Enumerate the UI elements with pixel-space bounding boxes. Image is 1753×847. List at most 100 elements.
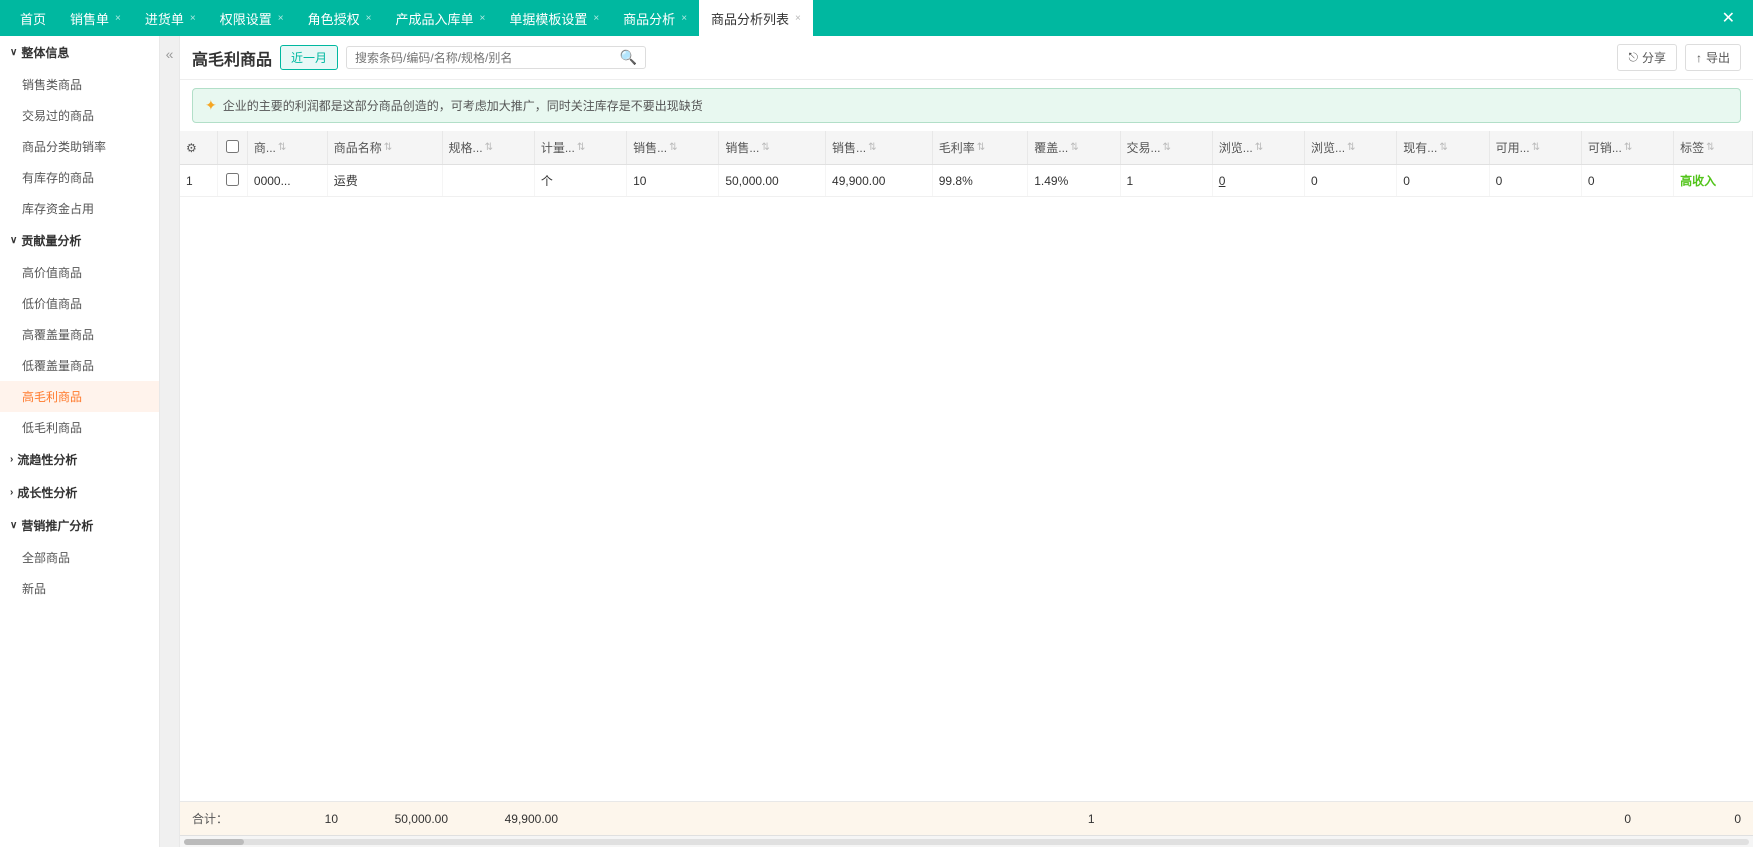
nav-close-icon[interactable]: × — [278, 13, 284, 24]
sidebar-section-整体信息[interactable]: ∨整体信息 — [0, 36, 159, 69]
sidebar-item-高覆盖量商品[interactable]: 高覆盖量商品 — [0, 319, 159, 350]
nav-close-icon[interactable]: × — [190, 13, 196, 24]
cell-checkbox — [217, 165, 247, 197]
nav-item-首页[interactable]: 首页 — [8, 0, 58, 36]
col-label: 浏览... — [1219, 139, 1253, 156]
nav-item-进货单[interactable]: 进货单× — [133, 0, 208, 36]
col-header-spec[interactable]: 规格...⇅ — [442, 131, 534, 165]
date-filter-recent-month[interactable]: 近一月 — [280, 45, 338, 70]
nav-close-icon[interactable]: × — [115, 13, 121, 24]
section-label: 贡献量分析 — [21, 232, 81, 249]
section-label: 整体信息 — [21, 44, 69, 61]
col-label: 标签 — [1680, 139, 1704, 156]
browse-link[interactable]: 0 — [1219, 174, 1226, 188]
select-all-checkbox[interactable] — [226, 140, 239, 153]
col-header-settings[interactable]: ⚙ — [180, 131, 217, 165]
sidebar-section-贡献量分析[interactable]: ∨贡献量分析 — [0, 224, 159, 257]
window-close-button[interactable]: ✕ — [1712, 8, 1745, 28]
col-label: 现有... — [1403, 139, 1437, 156]
col-label: 商品名称 — [334, 139, 382, 156]
col-header-coverage[interactable]: 覆盖...⇅ — [1028, 131, 1120, 165]
row-checkbox[interactable] — [226, 173, 239, 186]
share-icon: ⎋ — [1628, 50, 1638, 65]
col-header-browse2[interactable]: 浏览...⇅ — [1305, 131, 1397, 165]
nav-item-销售单[interactable]: 销售单× — [58, 0, 133, 36]
cell-transaction: 1 — [1120, 165, 1212, 197]
sidebar: ∨整体信息销售类商品交易过的商品商品分类助销率有库存的商品库存资金占用∨贡献量分… — [0, 36, 160, 847]
info-banner: ✦ 企业的主要的利润都是这部分商品创造的，可考虑加大推广，同时关注库存是不要出现… — [192, 88, 1741, 123]
col-header-checkbox[interactable] — [217, 131, 247, 165]
cell-coverage: 1.49% — [1028, 165, 1120, 197]
table-container: ⚙商...⇅商品名称⇅规格...⇅计量...⇅销售...⇅销售...⇅销售...… — [180, 131, 1753, 801]
col-header-sales_profit[interactable]: 销售...⇅ — [826, 131, 933, 165]
col-header-browse1[interactable]: 浏览...⇅ — [1212, 131, 1304, 165]
nav-item-单据模板设置[interactable]: 单据模板设置× — [497, 0, 611, 36]
col-header-transaction[interactable]: 交易...⇅ — [1120, 131, 1212, 165]
footer-transaction: 1 — [1015, 812, 1095, 826]
col-label: 可用... — [1496, 139, 1530, 156]
sidebar-item-高价值商品[interactable]: 高价值商品 — [0, 257, 159, 288]
nav-close-icon[interactable]: × — [479, 13, 485, 24]
col-label: 浏览... — [1311, 139, 1345, 156]
sidebar-item-有库存的商品[interactable]: 有库存的商品 — [0, 162, 159, 193]
col-header-current_stock[interactable]: 现有...⇅ — [1397, 131, 1489, 165]
nav-close-icon[interactable]: × — [681, 13, 687, 24]
nav-item-角色授权[interactable]: 角色授权× — [296, 0, 384, 36]
col-label: 销售... — [832, 139, 866, 156]
sidebar-item-高毛利商品[interactable]: 高毛利商品 — [0, 381, 159, 412]
export-icon: ↑ — [1696, 51, 1702, 65]
footer-sales-count: 10 — [258, 812, 338, 826]
col-header-sales_count[interactable]: 销售...⇅ — [627, 131, 719, 165]
sidebar-item-全部商品[interactable]: 全部商品 — [0, 542, 159, 573]
col-header-tag[interactable]: 标签⇅ — [1674, 131, 1753, 165]
search-icon[interactable]: 🔍 — [620, 49, 637, 66]
col-header-code[interactable]: 商...⇅ — [247, 131, 327, 165]
sort-icon: ⇅ — [485, 142, 493, 153]
scrollbar-track — [184, 839, 1749, 845]
export-button[interactable]: ↑ 导出 — [1685, 44, 1741, 71]
col-header-unit[interactable]: 计量...⇅ — [534, 131, 626, 165]
col-label: 可销... — [1588, 139, 1622, 156]
nav-close-icon[interactable]: × — [593, 13, 599, 24]
sidebar-item-交易过的商品[interactable]: 交易过的商品 — [0, 100, 159, 131]
nav-item-权限设置[interactable]: 权限设置× — [208, 0, 296, 36]
sidebar-item-低覆盖量商品[interactable]: 低覆盖量商品 — [0, 350, 159, 381]
sidebar-section-流趋性分析[interactable]: ›流趋性分析 — [0, 443, 159, 476]
content-header: 高毛利商品 近一月 🔍 ⎋ 分享 ↑ 导出 — [180, 36, 1753, 80]
sidebar-section-营销推广分析[interactable]: ∨营销推广分析 — [0, 509, 159, 542]
sort-icon: ⇅ — [1163, 142, 1171, 153]
sidebar-item-低价值商品[interactable]: 低价值商品 — [0, 288, 159, 319]
sidebar-item-库存资金占用[interactable]: 库存资金占用 — [0, 193, 159, 224]
col-header-available_stock[interactable]: 可用...⇅ — [1489, 131, 1581, 165]
col-header-name[interactable]: 商品名称⇅ — [327, 131, 442, 165]
section-label: 成长性分析 — [17, 484, 77, 501]
nav-close-icon[interactable]: × — [366, 13, 372, 24]
col-label: 毛利率 — [939, 139, 975, 156]
sidebar-item-销售类商品[interactable]: 销售类商品 — [0, 69, 159, 100]
footer-label: 合计： — [192, 810, 228, 827]
search-input-wrap: 🔍 — [346, 46, 646, 69]
scrollbar-thumb[interactable] — [184, 839, 244, 845]
col-header-sales_amount[interactable]: 销售...⇅ — [719, 131, 826, 165]
sort-icon: ⇅ — [1255, 142, 1263, 153]
col-label: 规格... — [449, 139, 483, 156]
nav-close-icon[interactable]: × — [795, 13, 801, 24]
sort-icon: ⇅ — [1706, 142, 1714, 153]
settings-icon[interactable]: ⚙ — [186, 141, 197, 155]
col-header-gross_margin[interactable]: 毛利率⇅ — [932, 131, 1027, 165]
share-label: 分享 — [1642, 49, 1666, 66]
search-input[interactable] — [355, 51, 620, 65]
nav-item-产成品入库单[interactable]: 产成品入库单× — [383, 0, 497, 36]
cell-saleable_stock: 0 — [1581, 165, 1673, 197]
sidebar-collapse-button[interactable]: « — [160, 36, 180, 847]
sidebar-section-成长性分析[interactable]: ›成长性分析 — [0, 476, 159, 509]
share-button[interactable]: ⎋ 分享 — [1617, 44, 1677, 71]
sidebar-item-商品分类助销率[interactable]: 商品分类助销率 — [0, 131, 159, 162]
sidebar-item-低毛利商品[interactable]: 低毛利商品 — [0, 412, 159, 443]
nav-item-商品分析列表[interactable]: 商品分析列表× — [699, 0, 813, 36]
sidebar-item-新品[interactable]: 新品 — [0, 573, 159, 604]
horizontal-scrollbar[interactable] — [180, 835, 1753, 847]
col-header-saleable_stock[interactable]: 可销...⇅ — [1581, 131, 1673, 165]
nav-item-商品分析[interactable]: 商品分析× — [611, 0, 699, 36]
info-text: 企业的主要的利润都是这部分商品创造的，可考虑加大推广，同时关注库存是不要出现缺货 — [223, 97, 703, 114]
